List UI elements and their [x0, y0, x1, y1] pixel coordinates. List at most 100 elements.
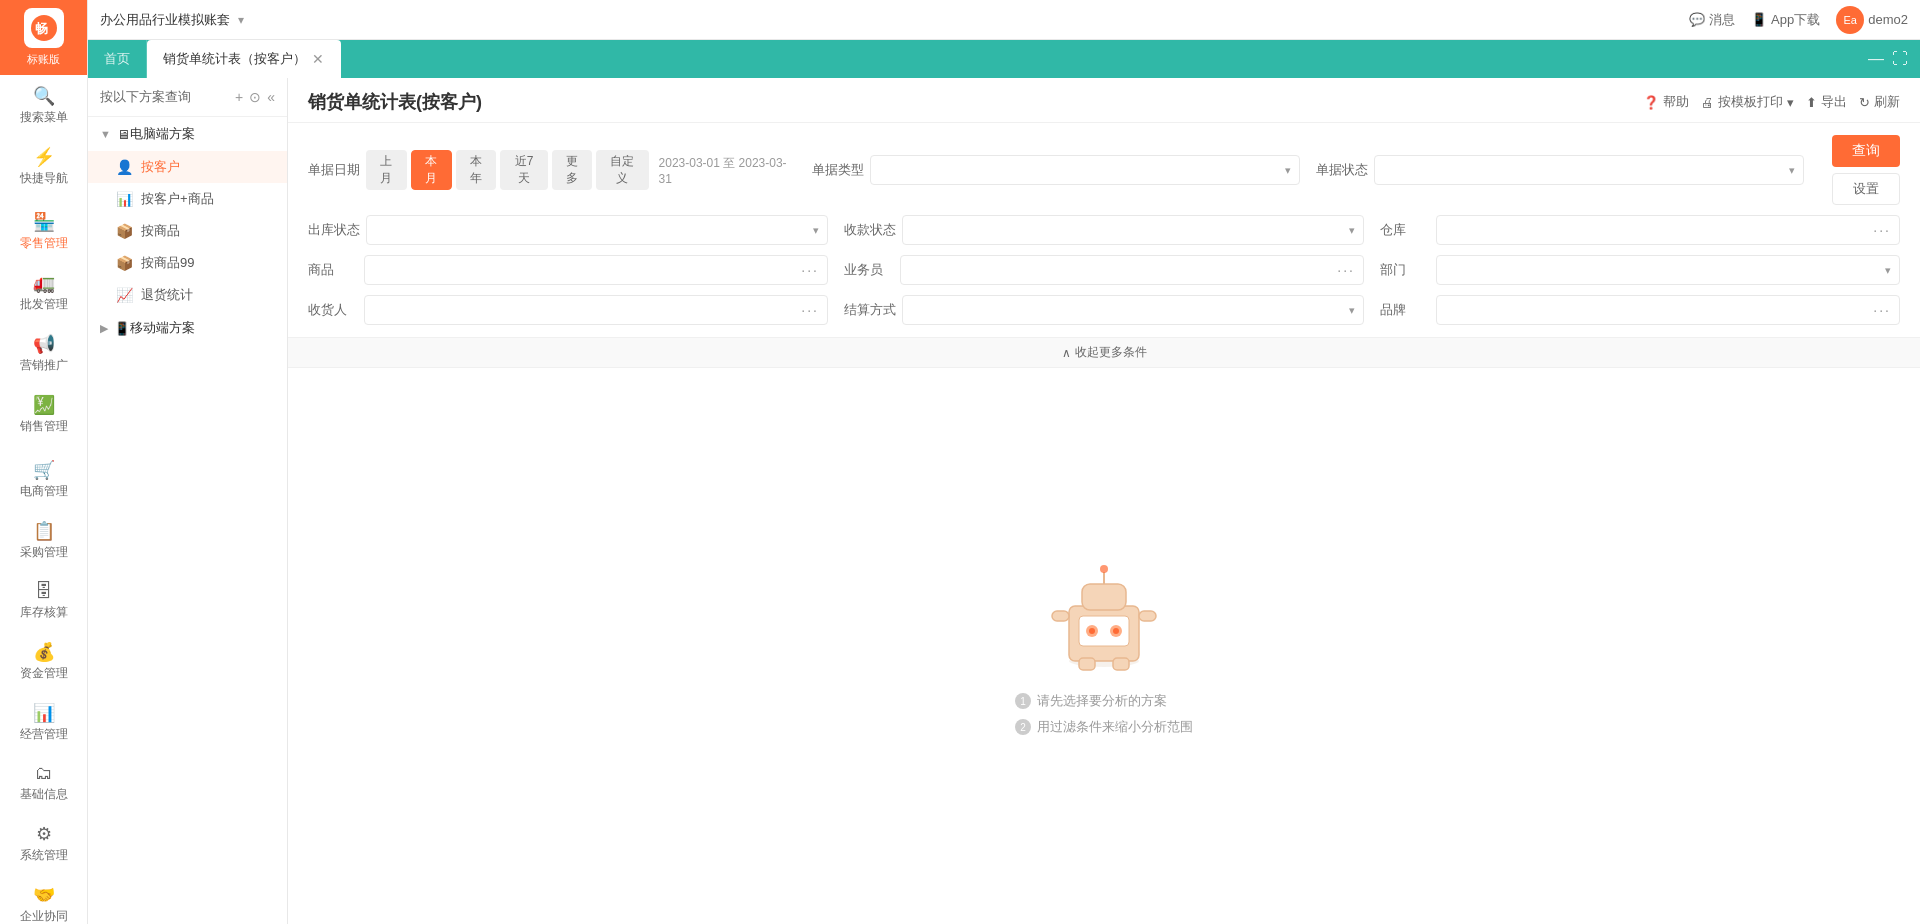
- mobile-section-label: 移动端方案: [130, 319, 195, 337]
- refresh-label: 刷新: [1874, 93, 1900, 111]
- by-customer-goods-icon: 📊: [116, 191, 133, 207]
- sidebar-item-inventory[interactable]: 🗄 库存核算: [0, 571, 88, 631]
- mobile-scheme-section: ▶ 📱 移动端方案: [88, 311, 287, 345]
- date-btn-last-month[interactable]: 上月: [366, 150, 407, 190]
- filter-recipient-item: 收货人 ···: [308, 295, 828, 325]
- date-btn-custom[interactable]: 自定义: [596, 150, 648, 190]
- help-button[interactable]: ❓ 帮助: [1643, 93, 1689, 111]
- topbar-dropdown-icon[interactable]: ▾: [238, 13, 244, 27]
- date-btn-last7[interactable]: 近7天: [500, 150, 547, 190]
- filter-receive-state-label: 收款状态: [844, 221, 896, 239]
- svg-point-11: [1100, 565, 1108, 573]
- tab-home[interactable]: 首页: [88, 40, 147, 78]
- sidebar-system-label: 系统管理: [20, 847, 68, 864]
- tip-text-2: 用过滤条件来缩小分析范围: [1037, 718, 1193, 736]
- receive-state-select[interactable]: ▾: [902, 215, 1364, 245]
- warehouse-dots: ···: [1873, 222, 1891, 238]
- sidebar-item-enterprise[interactable]: 🤝 企业协同: [0, 874, 88, 924]
- shortcut-icon: ⚡: [33, 146, 55, 168]
- app-download-button[interactable]: 📱 App下载: [1751, 11, 1820, 29]
- scheme-item-by-goods[interactable]: 📦 按商品: [88, 215, 287, 247]
- tab-close-button[interactable]: ✕: [312, 52, 324, 66]
- collapse-bar[interactable]: ∧ 收起更多条件: [288, 338, 1920, 368]
- filter-warehouse-label: 仓库: [1380, 221, 1430, 239]
- empty-tip-1: 1 请先选择要分析的方案: [1015, 692, 1193, 710]
- export-icon: ⬆: [1806, 95, 1817, 110]
- scheme-collapse-button[interactable]: «: [267, 89, 275, 105]
- setting-button[interactable]: 设置: [1832, 173, 1900, 205]
- scheme-item-return-stats[interactable]: 📈 退货统计: [88, 279, 287, 311]
- svg-point-7: [1089, 628, 1095, 634]
- refresh-icon: ↻: [1859, 95, 1870, 110]
- department-select[interactable]: ▾: [1436, 255, 1900, 285]
- filter-bill-type-item: 单据类型 ▾: [812, 155, 1300, 185]
- message-button[interactable]: 💬 消息: [1689, 11, 1735, 29]
- scheme-item-by-customer[interactable]: 👤 按客户: [88, 151, 287, 183]
- bill-type-select[interactable]: ▾: [870, 155, 1300, 185]
- app-logo[interactable]: 畅 标账版: [0, 0, 88, 75]
- retail-icon: 🏪: [33, 211, 55, 233]
- sidebar-item-ecommerce[interactable]: 🛒 电商管理: [0, 449, 88, 510]
- recipient-select[interactable]: ···: [364, 295, 828, 325]
- brand-select[interactable]: ···: [1436, 295, 1900, 325]
- settle-select[interactable]: ▾: [902, 295, 1364, 325]
- sidebar-item-finance[interactable]: 💰 资金管理: [0, 631, 88, 692]
- filter-goods-label: 商品: [308, 261, 358, 279]
- filter-row-1: 单据日期 上月 本月 本年 近7天 更多 自定义 2023-03-01 至 20…: [308, 135, 1900, 205]
- scheme-item-by-customer-goods[interactable]: 📊 按客户+商品: [88, 183, 287, 215]
- basic-icon: 🗂: [35, 763, 53, 784]
- sidebar-item-system[interactable]: ⚙ 系统管理: [0, 813, 88, 874]
- scheme-item-by-goods99[interactable]: 📦 按商品99: [88, 247, 287, 279]
- date-buttons: 上月 本月 本年 近7天 更多 自定义: [366, 150, 649, 190]
- query-button[interactable]: 查询: [1832, 135, 1900, 167]
- desktop-section-title[interactable]: ▼ 🖥 电脑端方案: [88, 117, 287, 151]
- warehouse-select[interactable]: ···: [1436, 215, 1900, 245]
- sidebar-finance-label: 资金管理: [20, 665, 68, 682]
- date-btn-this-year[interactable]: 本年: [456, 150, 497, 190]
- scheme-settings-button[interactable]: ⊙: [249, 89, 261, 105]
- sidebar-item-operation[interactable]: 📊 经营管理: [0, 692, 88, 753]
- desktop-section-arrow: ▼: [100, 128, 111, 140]
- by-goods99-icon: 📦: [116, 255, 133, 271]
- download-icon: 📱: [1751, 12, 1767, 27]
- window-maximize-button[interactable]: ⛶: [1892, 50, 1908, 68]
- app-download-label: App下载: [1771, 11, 1820, 29]
- sidebar-enterprise-label: 企业协同: [20, 908, 68, 924]
- refresh-button[interactable]: ↻ 刷新: [1859, 93, 1900, 111]
- mobile-section-icon: 📱: [114, 321, 130, 336]
- sidebar-item-shortcut[interactable]: ⚡ 快捷导航: [0, 136, 88, 197]
- date-filter-control: 上月 本月 本年 近7天 更多 自定义 2023-03-01 至 2023-03…: [366, 150, 796, 190]
- by-goods-icon: 📦: [116, 223, 133, 239]
- sidebar-item-marketing[interactable]: 📢 营销推广: [0, 323, 88, 384]
- scheme-add-button[interactable]: +: [235, 89, 243, 105]
- out-state-select[interactable]: ▾: [366, 215, 828, 245]
- sidebar-item-search[interactable]: 🔍 搜索菜单: [0, 75, 88, 136]
- date-btn-this-month[interactable]: 本月: [411, 150, 452, 190]
- tab-sales-stats[interactable]: 销货单统计表（按客户） ✕: [147, 40, 341, 78]
- window-minimize-button[interactable]: —: [1868, 50, 1884, 68]
- sales-icon: 💹: [33, 394, 55, 416]
- bill-state-select[interactable]: ▾: [1374, 155, 1804, 185]
- help-label: 帮助: [1663, 93, 1689, 111]
- receive-state-arrow: ▾: [1349, 224, 1355, 237]
- salesman-select[interactable]: ···: [900, 255, 1364, 285]
- date-btn-more[interactable]: 更多: [552, 150, 593, 190]
- desktop-scheme-section: ▼ 🖥 电脑端方案 👤 按客户 📊 按客户+商品 📦 按商品 📦: [88, 117, 287, 311]
- mobile-section-title[interactable]: ▶ 📱 移动端方案: [88, 311, 287, 345]
- sidebar-item-wholesale[interactable]: 🚛 批发管理: [0, 262, 88, 323]
- sidebar-item-purchase[interactable]: 📋 采购管理: [0, 510, 88, 571]
- export-button[interactable]: ⬆ 导出: [1806, 93, 1847, 111]
- user-profile[interactable]: Ea demo2: [1836, 6, 1908, 34]
- svg-text:畅: 畅: [35, 21, 48, 36]
- sidebar-item-sales[interactable]: 💹 销售管理: [0, 384, 88, 445]
- template-print-button[interactable]: 🖨 按模板打印 ▾: [1701, 93, 1794, 111]
- sidebar-item-basic[interactable]: 🗂 基础信息: [0, 753, 88, 813]
- sidebar-ecommerce-label: 电商管理: [20, 483, 68, 500]
- filter-salesman-item: 业务员 ···: [844, 255, 1364, 285]
- sidebar-item-retail[interactable]: 🏪 零售管理: [0, 201, 88, 262]
- return-stats-icon: 📈: [116, 287, 133, 303]
- inventory-icon: 🗄: [35, 581, 53, 602]
- query-action-col: 查询 设置: [1832, 135, 1900, 205]
- goods-select[interactable]: ···: [364, 255, 828, 285]
- svg-rect-9: [1082, 584, 1126, 610]
